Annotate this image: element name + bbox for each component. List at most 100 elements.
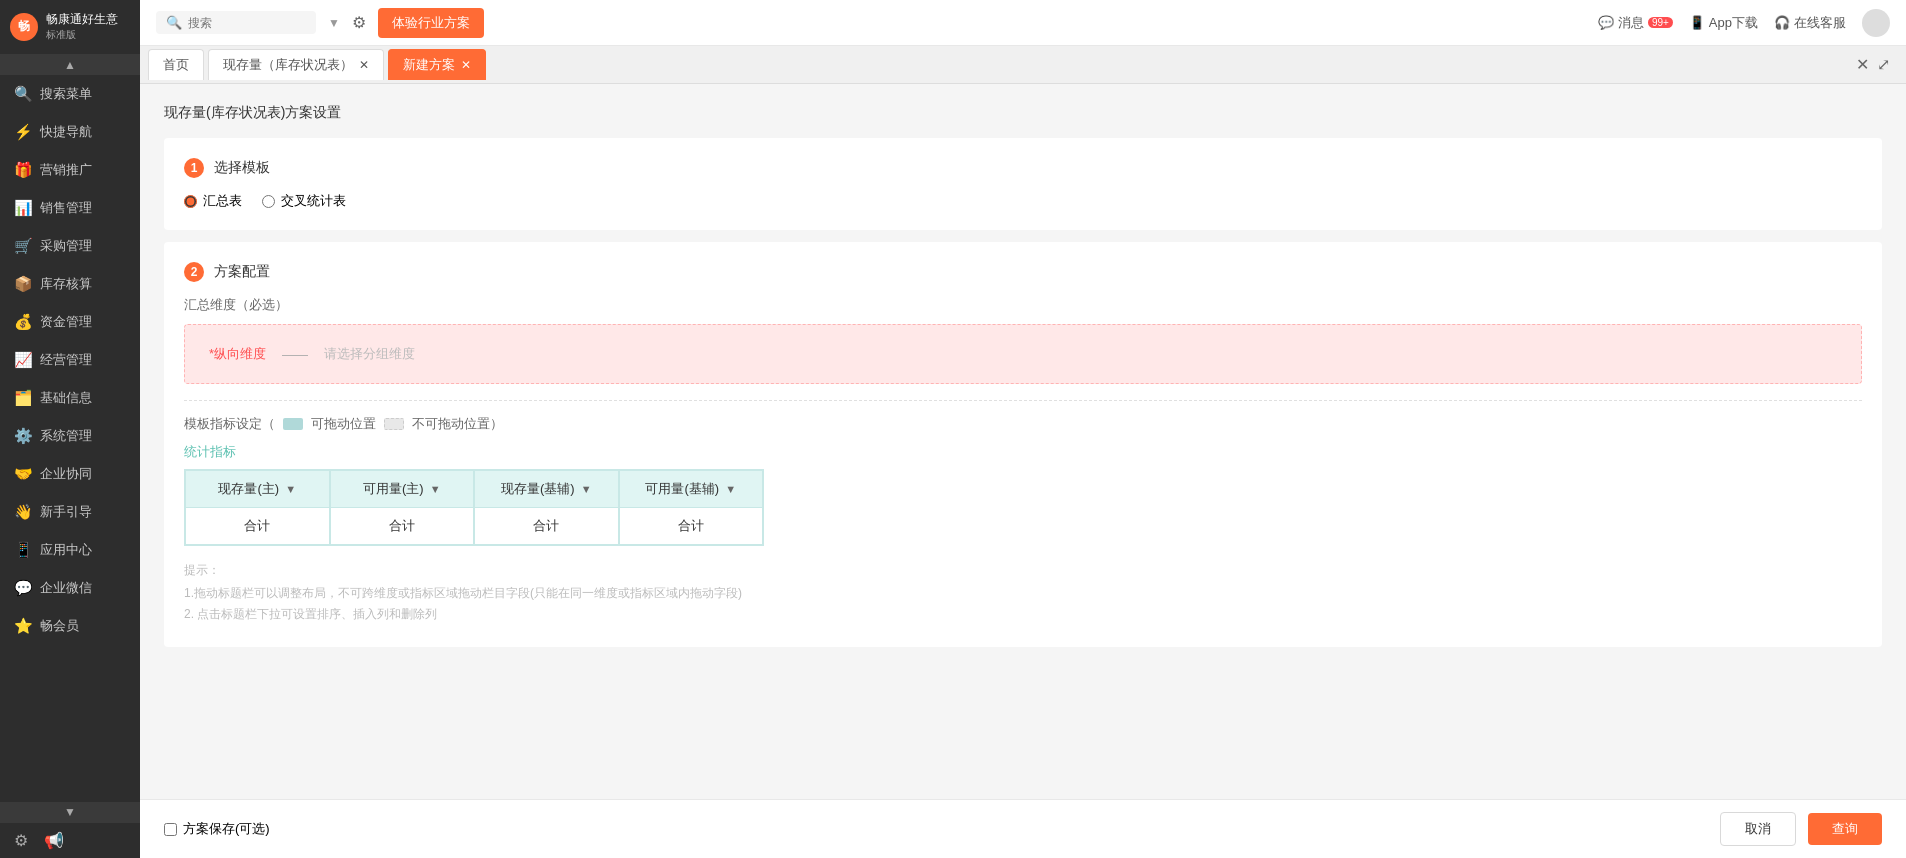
page-title: 现存量(库存状况表)方案设置 (164, 104, 1882, 122)
wechat-icon: 💬 (14, 579, 32, 597)
draggable-legend-box (283, 418, 303, 430)
search-input[interactable] (188, 16, 288, 30)
sidebar-item-finance[interactable]: 💰 资金管理 (0, 303, 140, 341)
search-menu-icon: 🔍 (14, 85, 32, 103)
col3-header[interactable]: 现存量(基辅) ▼ (475, 471, 618, 508)
panel-expand-icon[interactable]: ⤢ (1877, 55, 1890, 74)
indicator-col-2: 可用量(主) ▼ 合计 (330, 470, 475, 545)
search-dropdown-icon[interactable]: ▼ (328, 16, 340, 30)
logo-text: 畅康通好生意 标准版 (46, 12, 118, 42)
sidebar-scroll-down[interactable]: ▼ (0, 802, 140, 822)
col2-chevron[interactable]: ▼ (430, 483, 441, 495)
step1-card: 1 选择模板 汇总表 交叉统计表 (164, 138, 1882, 230)
sidebar-item-basic-info[interactable]: 🗂️ 基础信息 (0, 379, 140, 417)
indicator-settings-label: 模板指标设定（ 可拖动位置 不可拖动位置） (184, 415, 1862, 433)
search-bar[interactable]: 🔍 (156, 11, 316, 34)
tips-section: 提示： 1.拖动标题栏可以调整布局，不可跨维度或指标区域拖动栏目字段(只能在同一… (184, 562, 1862, 623)
divider1 (184, 400, 1862, 401)
panel-close-icon[interactable]: ✕ (1856, 55, 1869, 74)
online-service-button[interactable]: 🎧 在线客服 (1774, 14, 1846, 32)
settings-topbar-icon[interactable]: ⚙ (352, 13, 366, 32)
sidebar-logo: 畅 畅康通好生意 标准版 (0, 0, 140, 55)
not-draggable-legend-box (384, 418, 404, 430)
sidebar: 畅 畅康通好生意 标准版 ▲ 🔍 搜索菜单 ⚡ 快捷导航 🎁 营销推广 📊 销售… (0, 0, 140, 858)
sidebar-item-wechat[interactable]: 💬 企业微信 (0, 569, 140, 607)
basic-info-icon: 🗂️ (14, 389, 32, 407)
vertical-dim-label: *纵向维度 (209, 345, 266, 363)
sidebar-item-sales[interactable]: 📊 销售管理 (0, 189, 140, 227)
message-icon: 💬 (1598, 15, 1614, 30)
radio-cross[interactable]: 交叉统计表 (262, 192, 346, 210)
search-icon: 🔍 (166, 15, 182, 30)
sidebar-footer: ⚙ 📢 (0, 822, 140, 858)
col3-body: 合计 (475, 508, 618, 544)
content-area: 现存量(库存状况表)方案设置 1 选择模板 汇总表 交叉统计表 (140, 84, 1906, 799)
dim-placeholder-text[interactable]: 请选择分组维度 (324, 345, 415, 363)
inventory-icon: 📦 (14, 275, 32, 293)
dimension-section-label: 汇总维度（必选） (184, 296, 1862, 314)
vip-icon: ⭐ (14, 617, 32, 635)
col4-header[interactable]: 可用量(基辅) ▼ (620, 471, 763, 508)
step2-header: 2 方案配置 (184, 262, 1862, 282)
topbar-right: 💬 消息 99+ 📱 App下载 🎧 在线客服 (1598, 9, 1890, 37)
tab-inventory[interactable]: 现存量（库存状况表） ✕ (208, 49, 384, 80)
col2-body: 合计 (331, 508, 474, 544)
app-download-icon: 📱 (1689, 15, 1705, 30)
tab-new-plan-close[interactable]: ✕ (461, 58, 471, 72)
indicator-col-4: 可用量(基辅) ▼ 合计 (619, 470, 764, 545)
tab-inventory-close[interactable]: ✕ (359, 58, 369, 72)
query-button[interactable]: 查询 (1808, 813, 1882, 845)
sidebar-item-purchase[interactable]: 🛒 采购管理 (0, 227, 140, 265)
sidebar-nav: 🔍 搜索菜单 ⚡ 快捷导航 🎁 营销推广 📊 销售管理 🛒 采购管理 📦 库存核… (0, 75, 140, 802)
system-icon: ⚙️ (14, 427, 32, 445)
indicator-table: 现存量(主) ▼ 合计 可用量(主) ▼ 合计 (184, 469, 764, 546)
sidebar-item-quick-nav[interactable]: ⚡ 快捷导航 (0, 113, 140, 151)
message-button[interactable]: 💬 消息 99+ (1598, 14, 1673, 32)
app-center-icon: 📱 (14, 541, 32, 559)
purchase-icon: 🛒 (14, 237, 32, 255)
finance-icon: 💰 (14, 313, 32, 331)
sidebar-item-newbie[interactable]: 👋 新手引导 (0, 493, 140, 531)
col1-body: 合计 (186, 508, 329, 544)
sidebar-item-app-center[interactable]: 📱 应用中心 (0, 531, 140, 569)
tabbar: 首页 现存量（库存状况表） ✕ 新建方案 ✕ ✕ ⤢ (140, 46, 1906, 84)
tip-2: 2. 点击标题栏下拉可设置排序、插入列和删除列 (184, 606, 1862, 623)
operations-icon: 📈 (14, 351, 32, 369)
dimension-row: *纵向维度 —— 请选择分组维度 (209, 345, 1837, 363)
col4-body: 合计 (620, 508, 763, 544)
step2-card: 2 方案配置 汇总维度（必选） *纵向维度 —— 请选择分组维度 模板指标设定（ (164, 242, 1882, 647)
trial-industry-button[interactable]: 体验行业方案 (378, 8, 484, 38)
radio-summary[interactable]: 汇总表 (184, 192, 242, 210)
cancel-button[interactable]: 取消 (1720, 812, 1796, 846)
newbie-icon: 👋 (14, 503, 32, 521)
col1-header[interactable]: 现存量(主) ▼ (186, 471, 329, 508)
col1-chevron[interactable]: ▼ (285, 483, 296, 495)
sidebar-item-inventory[interactable]: 📦 库存核算 (0, 265, 140, 303)
stats-section-label: 统计指标 (184, 443, 1862, 461)
col2-header[interactable]: 可用量(主) ▼ (331, 471, 474, 508)
save-checkbox[interactable] (164, 823, 177, 836)
quick-nav-icon: ⚡ (14, 123, 32, 141)
save-checkbox-label[interactable]: 方案保存(可选) (164, 820, 270, 838)
sidebar-item-vip[interactable]: ⭐ 畅会员 (0, 607, 140, 645)
speaker-icon[interactable]: 📢 (44, 831, 64, 850)
user-avatar[interactable] (1862, 9, 1890, 37)
tab-new-plan[interactable]: 新建方案 ✕ (388, 49, 486, 80)
sidebar-item-enterprise[interactable]: 🤝 企业协同 (0, 455, 140, 493)
app-download-button[interactable]: 📱 App下载 (1689, 14, 1758, 32)
tip-1: 1.拖动标题栏可以调整布局，不可跨维度或指标区域拖动栏目字段(只能在同一维度或指… (184, 585, 1862, 602)
indicator-col-3: 现存量(基辅) ▼ 合计 (474, 470, 619, 545)
col4-chevron[interactable]: ▼ (725, 483, 736, 495)
sidebar-item-system[interactable]: ⚙️ 系统管理 (0, 417, 140, 455)
col3-chevron[interactable]: ▼ (581, 483, 592, 495)
sidebar-scroll-up[interactable]: ▲ (0, 55, 140, 75)
sidebar-item-marketing[interactable]: 🎁 营销推广 (0, 151, 140, 189)
settings-icon[interactable]: ⚙ (14, 831, 28, 850)
sales-icon: 📊 (14, 199, 32, 217)
step1-header: 1 选择模板 (184, 158, 1862, 178)
sidebar-item-operations[interactable]: 📈 经营管理 (0, 341, 140, 379)
indicator-col-1: 现存量(主) ▼ 合计 (185, 470, 330, 545)
tab-home[interactable]: 首页 (148, 49, 204, 80)
marketing-icon: 🎁 (14, 161, 32, 179)
sidebar-item-search[interactable]: 🔍 搜索菜单 (0, 75, 140, 113)
